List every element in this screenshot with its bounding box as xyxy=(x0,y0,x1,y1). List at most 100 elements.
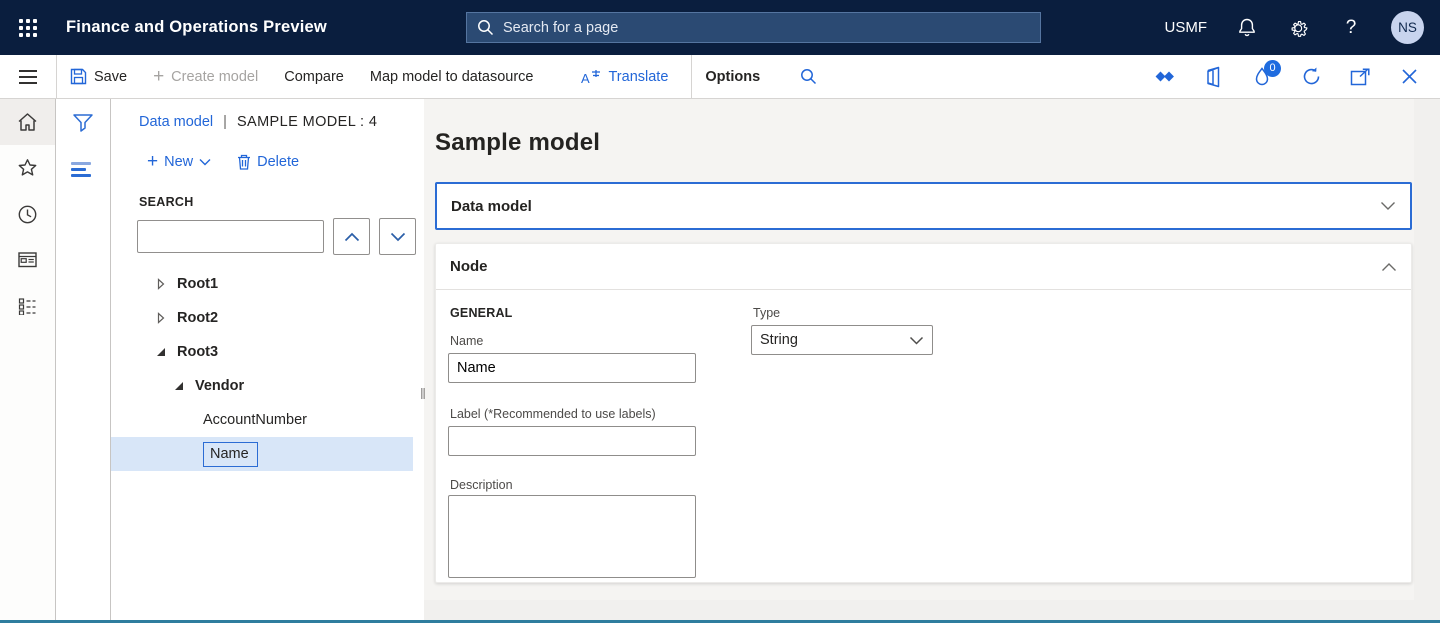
nav-recent-item[interactable] xyxy=(0,191,55,237)
tree-search-row xyxy=(137,218,416,255)
translate-icon: A xyxy=(581,68,601,86)
breadcrumb-current: SAMPLE MODEL : 4 xyxy=(237,114,377,130)
description-field-label: Description xyxy=(450,478,1397,492)
model-form: Sample model Data model Node GENERAL Nam… xyxy=(435,99,1412,583)
left-nav-rail xyxy=(0,99,56,620)
clock-icon xyxy=(17,204,38,225)
chevron-down-icon xyxy=(909,336,924,345)
notification-count-badge: 0 xyxy=(1264,60,1281,77)
star-icon xyxy=(17,158,38,178)
message-center-icon[interactable]: 0 xyxy=(1251,66,1273,88)
page-search-box[interactable] xyxy=(466,12,1041,43)
tree-row-root2[interactable]: Root2 xyxy=(111,301,413,335)
save-button[interactable]: Save xyxy=(57,55,140,98)
page-title: Sample model xyxy=(435,129,1412,157)
topbar-right-controls: USMF ? NS xyxy=(1165,11,1440,44)
page-content: Data model | SAMPLE MODEL : 4 + New Dele… xyxy=(111,99,1440,620)
power-apps-diamonds-icon[interactable] xyxy=(1153,66,1175,88)
nav-home-item[interactable] xyxy=(0,99,55,145)
chevron-down-icon xyxy=(390,232,406,242)
trash-icon xyxy=(237,154,251,170)
save-floppy-icon xyxy=(70,68,87,85)
home-icon xyxy=(17,112,38,132)
modules-list-icon xyxy=(17,297,38,315)
type-select-value: String xyxy=(760,332,798,348)
notifications-bell-icon[interactable] xyxy=(1235,16,1259,40)
compare-button[interactable]: Compare xyxy=(271,55,357,98)
filter-funnel-icon[interactable] xyxy=(71,111,95,135)
node-section-body: GENERAL Name Label (*Recommended to use … xyxy=(436,290,1411,578)
chevron-up-icon xyxy=(1381,262,1397,272)
create-model-button[interactable]: + Create model xyxy=(140,55,271,98)
breadcrumb-data-model-link[interactable]: Data model xyxy=(139,114,213,130)
breadcrumb: Data model | SAMPLE MODEL : 4 xyxy=(139,114,377,130)
main-region: Data model | SAMPLE MODEL : 4 + New Dele… xyxy=(0,99,1440,620)
type-field-column: Type String xyxy=(751,306,933,355)
name-field-input[interactable] xyxy=(448,353,696,383)
node-section-card: Node GENERAL Name Label (*Recommended to… xyxy=(435,243,1412,583)
settings-gear-icon[interactable] xyxy=(1287,16,1311,40)
tree-row-vendor[interactable]: Vendor xyxy=(111,369,413,403)
new-button[interactable]: + New xyxy=(147,152,211,171)
tree-row-name[interactable]: Name xyxy=(111,437,413,471)
nav-workspaces-item[interactable] xyxy=(0,237,55,283)
collapsed-triangle-icon[interactable] xyxy=(155,312,167,324)
waffle-icon xyxy=(19,19,37,37)
top-navigation-bar: Finance and Operations Preview USMF ? NS xyxy=(0,0,1440,55)
chevron-down-icon xyxy=(1380,201,1396,211)
delete-button[interactable]: Delete xyxy=(237,154,299,170)
actionbar-search-icon[interactable] xyxy=(787,55,830,98)
label-field-label: Label (*Recommended to use labels) xyxy=(450,407,1397,421)
tree-row-root1[interactable]: Root1 xyxy=(111,267,413,301)
tree-row-root3[interactable]: Root3 xyxy=(111,335,413,369)
selected-node-box: Name xyxy=(203,442,258,467)
options-button[interactable]: Options xyxy=(692,55,773,98)
tree-row-accountnumber[interactable]: AccountNumber xyxy=(111,403,413,437)
right-gutter xyxy=(1414,99,1440,620)
translate-button[interactable]: A Translate xyxy=(568,55,681,98)
tree-search-input[interactable] xyxy=(137,220,324,253)
help-icon[interactable]: ? xyxy=(1339,16,1363,40)
actionbar-right-icons: 0 xyxy=(1153,66,1440,88)
collapsed-triangle-icon[interactable] xyxy=(155,278,167,290)
breadcrumb-separator: | xyxy=(223,114,227,130)
user-avatar[interactable]: NS xyxy=(1391,11,1424,44)
search-previous-button[interactable] xyxy=(333,218,370,255)
map-model-to-datasource-button[interactable]: Map model to datasource xyxy=(357,55,547,98)
workspace-window-icon xyxy=(17,251,38,269)
search-next-button[interactable] xyxy=(379,218,416,255)
expanded-triangle-icon[interactable] xyxy=(173,381,185,391)
tree-search-label: SEARCH xyxy=(139,195,194,209)
close-icon[interactable] xyxy=(1398,66,1420,88)
label-field-input[interactable] xyxy=(448,426,696,456)
search-icon xyxy=(477,19,494,36)
nav-favorites-item[interactable] xyxy=(0,145,55,191)
page-search-input[interactable] xyxy=(503,20,983,36)
hamburger-menu-icon[interactable] xyxy=(0,55,56,98)
data-model-section-header[interactable]: Data model xyxy=(435,182,1412,230)
expanded-triangle-icon[interactable] xyxy=(155,347,167,357)
office-apps-icon[interactable] xyxy=(1202,66,1224,88)
nav-modules-item[interactable] xyxy=(0,283,55,329)
plus-icon: + xyxy=(153,67,164,86)
model-tree: Root1 Root2 Root3 Vendor xyxy=(111,267,413,471)
type-select[interactable]: String xyxy=(751,325,933,355)
svg-text:A: A xyxy=(581,71,590,86)
open-in-new-window-icon[interactable] xyxy=(1349,66,1371,88)
app-launcher-waffle-icon[interactable] xyxy=(0,0,56,55)
pane-resize-handle[interactable]: ‖ xyxy=(411,386,435,403)
chevron-up-icon xyxy=(344,232,360,242)
bottom-gutter xyxy=(424,600,1440,620)
filter-pane-rail xyxy=(56,99,111,620)
description-field-textarea[interactable] xyxy=(448,495,696,578)
action-pane: Save + Create model Compare Map model to… xyxy=(0,55,1440,99)
refresh-icon[interactable] xyxy=(1300,66,1322,88)
panel-lines-icon[interactable] xyxy=(71,157,95,181)
type-field-label: Type xyxy=(753,306,933,320)
company-selector[interactable]: USMF xyxy=(1165,19,1208,36)
app-title: Finance and Operations Preview xyxy=(66,18,327,37)
tree-toolbar: + New Delete xyxy=(147,152,299,171)
chevron-down-icon xyxy=(199,158,211,166)
node-section-header[interactable]: Node xyxy=(436,244,1411,290)
plus-icon: + xyxy=(147,152,158,171)
